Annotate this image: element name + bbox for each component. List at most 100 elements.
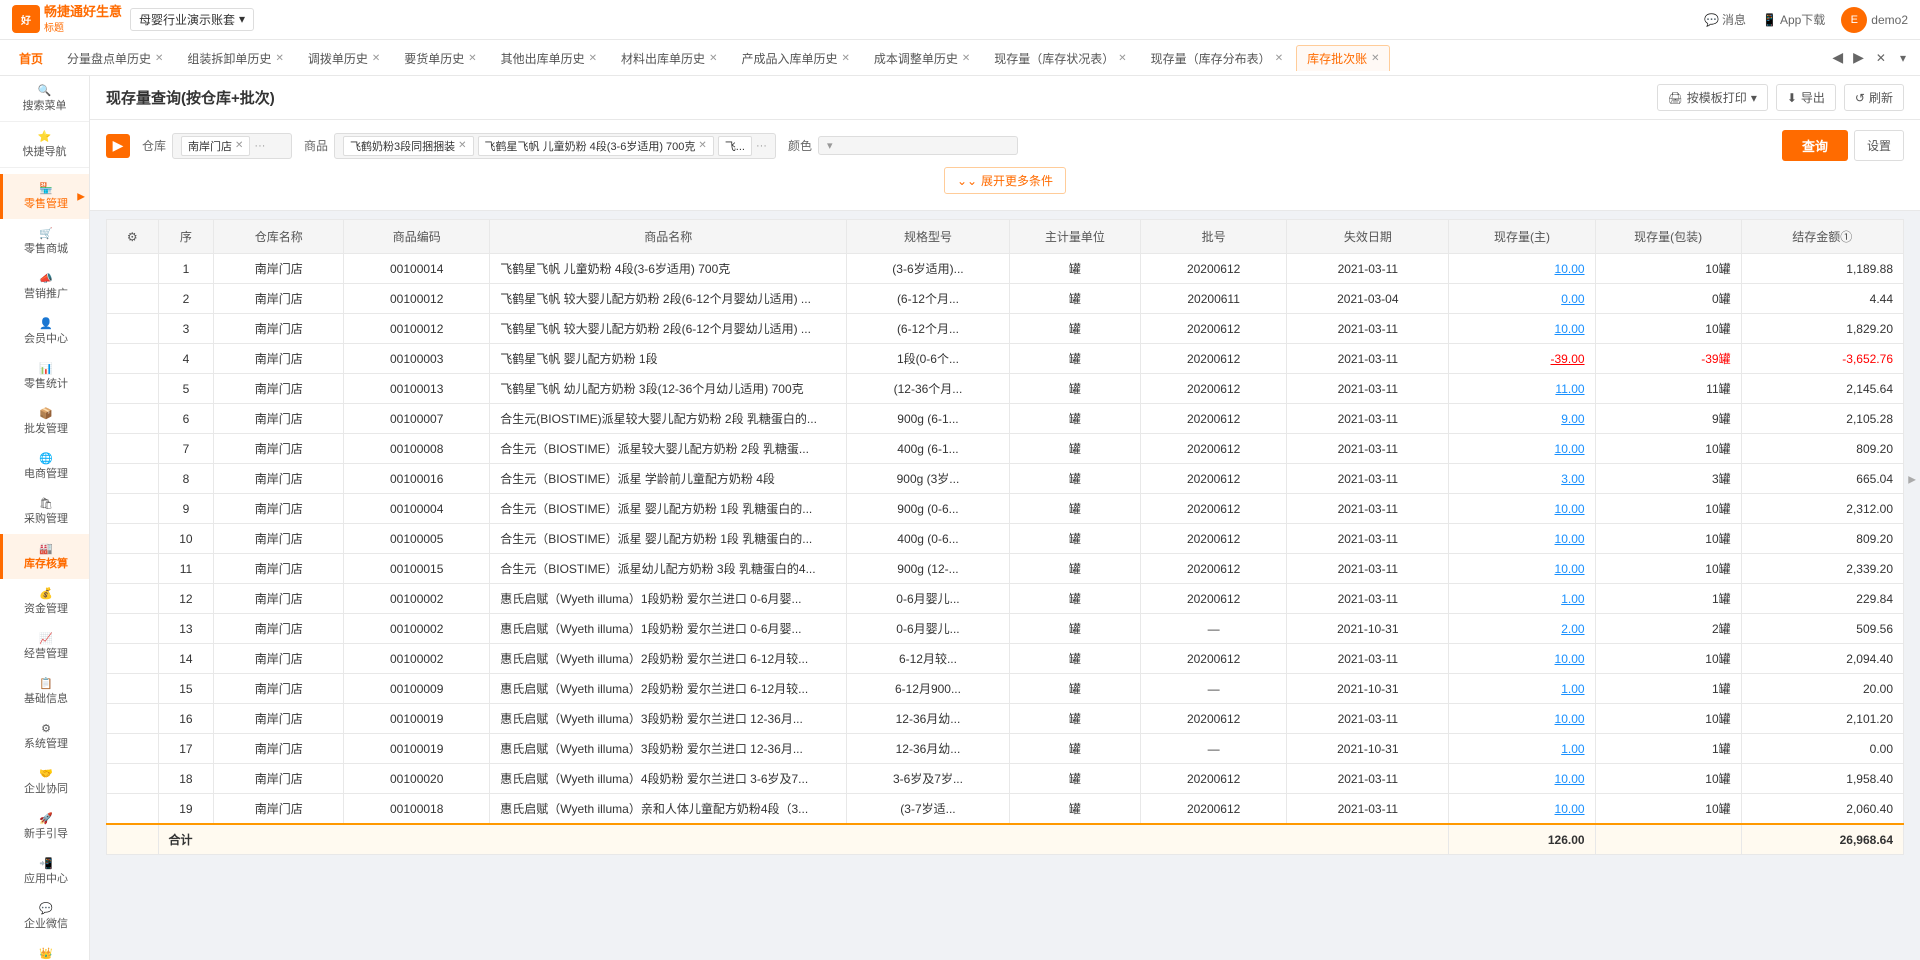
- color-tag-group[interactable]: ▾: [818, 136, 1018, 155]
- product-tag-group[interactable]: 飞鹤奶粉3段同捆捆装 ✕ 飞鹤星飞帆 儿童奶粉 4段(3-6岁适用) 700克 …: [334, 133, 776, 159]
- cell-settings: [107, 704, 159, 734]
- cell-unit: 罐: [1009, 494, 1140, 524]
- tab-cailiao[interactable]: 材料出库单历史 ✕: [610, 45, 728, 71]
- message-btn[interactable]: 💬 消息: [1704, 11, 1746, 28]
- cell-unit: 罐: [1009, 434, 1140, 464]
- th-settings[interactable]: ⚙: [107, 220, 159, 254]
- tab-next-btn[interactable]: ▶: [1849, 47, 1868, 68]
- remove-warehouse-tag[interactable]: ✕: [235, 140, 243, 151]
- cell-expire: 2021-03-11: [1287, 314, 1449, 344]
- cell-stock-main[interactable]: 10.00: [1449, 764, 1595, 794]
- sidebar-item-purchase[interactable]: 🛍 采购管理: [0, 489, 89, 534]
- tab-chanchenpin[interactable]: 产成品入库单历史 ✕: [730, 45, 860, 71]
- close-icon[interactable]: ✕: [709, 53, 717, 64]
- tab-chengben[interactable]: 成本调整单历史 ✕: [863, 45, 981, 71]
- sidebar-item-retail-mgmt[interactable]: 🏪 零售管理 ▶: [0, 174, 89, 219]
- app-download-btn[interactable]: 📱 App下载: [1762, 11, 1825, 28]
- sidebar-item-ecommerce[interactable]: 🌐 电商管理: [0, 444, 89, 489]
- tab-zuzhuang[interactable]: 组装拆卸单历史 ✕: [176, 45, 294, 71]
- tab-fenpan[interactable]: 分量盘点单历史 ✕: [56, 45, 174, 71]
- basic-icon: 📋: [9, 677, 83, 690]
- cell-stock-main[interactable]: 10.00: [1449, 254, 1595, 284]
- remove-product-tag-1[interactable]: ✕: [458, 140, 466, 151]
- tab-home[interactable]: 首页: [8, 45, 54, 71]
- cell-stock-main[interactable]: 10.00: [1449, 704, 1595, 734]
- tab-xiancunl2[interactable]: 现存量（库存分布表） ✕: [1140, 45, 1294, 71]
- sidebar-item-retail-shop[interactable]: 🛒 零售商城: [0, 219, 89, 264]
- sidebar-item-system[interactable]: ⚙ 系统管理: [0, 714, 89, 759]
- cell-stock-main[interactable]: 10.00: [1449, 494, 1595, 524]
- close-icon[interactable]: ✕: [155, 53, 163, 64]
- close-icon[interactable]: ✕: [372, 53, 380, 64]
- close-icon[interactable]: ✕: [1118, 53, 1126, 64]
- close-icon[interactable]: ✕: [468, 53, 476, 64]
- close-icon[interactable]: ✕: [1275, 53, 1283, 64]
- sidebar-item-member[interactable]: 👤 会员中心: [0, 309, 89, 354]
- sidebar-item-vip[interactable]: 👑 畅会员: [0, 939, 89, 960]
- expand-filter-btn[interactable]: ▶: [106, 134, 130, 158]
- sidebar-item-operation[interactable]: 📈 经营管理: [0, 624, 89, 669]
- tab-kucun-pici[interactable]: 库存批次账 ✕: [1296, 45, 1390, 71]
- summary-stock-main: 126.00: [1449, 824, 1595, 855]
- warehouse-select[interactable]: 母婴行业演示账套 ▾: [130, 8, 254, 31]
- user-area[interactable]: E demo2: [1841, 7, 1908, 33]
- cell-settings: [107, 764, 159, 794]
- tab-menu-btn[interactable]: ▾: [1894, 49, 1912, 67]
- cell-stock-main[interactable]: 10.00: [1449, 314, 1595, 344]
- table-row: 14 南岸门店 00100002 惠氏启赋（Wyeth illuma）2段奶粉 …: [107, 644, 1904, 674]
- cell-stock-main[interactable]: 10.00: [1449, 794, 1595, 825]
- cell-code: 00100003: [344, 344, 490, 374]
- print-button[interactable]: 🖨 按模板打印 ▾: [1657, 84, 1768, 111]
- tab-close-all-btn[interactable]: ✕: [1870, 49, 1892, 67]
- cell-stock-main[interactable]: -39.00: [1449, 344, 1595, 374]
- cell-stock-main[interactable]: 1.00: [1449, 674, 1595, 704]
- remove-product-tag-2[interactable]: ✕: [698, 140, 706, 151]
- export-button[interactable]: ⬇ 导出: [1776, 84, 1836, 111]
- sidebar-search[interactable]: 🔍 搜索菜单: [0, 76, 89, 122]
- close-icon[interactable]: ✕: [962, 53, 970, 64]
- sidebar-item-guide[interactable]: 🚀 新手引导: [0, 804, 89, 849]
- tab-yaohuo[interactable]: 要货单历史 ✕: [393, 45, 487, 71]
- tab-qita[interactable]: 其他出库单历史 ✕: [490, 45, 608, 71]
- sidebar-item-basic[interactable]: 📋 基础信息: [0, 669, 89, 714]
- tab-diaob[interactable]: 调拨单历史 ✕: [297, 45, 391, 71]
- cell-stock-main[interactable]: 10.00: [1449, 524, 1595, 554]
- tab-xiancunl1[interactable]: 现存量（库存状况表） ✕: [983, 45, 1137, 71]
- tab-prev-btn[interactable]: ◀: [1828, 47, 1847, 68]
- cell-stock-main[interactable]: 3.00: [1449, 464, 1595, 494]
- cell-stock-main[interactable]: 11.00: [1449, 374, 1595, 404]
- sidebar-item-retail-stat[interactable]: 📊 零售统计: [0, 354, 89, 399]
- close-icon[interactable]: ✕: [275, 53, 283, 64]
- sidebar-item-marketing[interactable]: 📣 营销推广: [0, 264, 89, 309]
- cell-balance: 2,339.20: [1741, 554, 1903, 584]
- expand-more-button[interactable]: ⌄⌄ 展开更多条件: [944, 167, 1066, 194]
- close-icon[interactable]: ✕: [589, 53, 597, 64]
- cell-stock-main[interactable]: 0.00: [1449, 284, 1595, 314]
- th-code: 商品编码: [344, 220, 490, 254]
- close-icon[interactable]: ✕: [841, 53, 849, 64]
- cell-stock-main[interactable]: 2.00: [1449, 614, 1595, 644]
- table-row: 5 南岸门店 00100013 飞鹤星飞帆 幼儿配方奶粉 3段(12-36个月幼…: [107, 374, 1904, 404]
- close-icon[interactable]: ✕: [1371, 53, 1379, 64]
- cell-name: 飞鹤星飞帆 较大婴儿配方奶粉 2段(6-12个月婴幼儿适用) ...: [490, 284, 847, 314]
- logo-text: 畅捷通好生意: [44, 5, 122, 19]
- sidebar-item-wholesale[interactable]: 📦 批发管理 ▶: [0, 399, 89, 444]
- sidebar-item-apps[interactable]: 📲 应用中心: [0, 849, 89, 894]
- cell-stock-main[interactable]: 10.00: [1449, 554, 1595, 584]
- warehouse-tag-group[interactable]: 南岸门店 ✕ ···: [172, 133, 292, 159]
- search-button[interactable]: 查询: [1782, 130, 1848, 161]
- sidebar-item-collab[interactable]: 🤝 企业协同: [0, 759, 89, 804]
- cell-stock-main[interactable]: 10.00: [1449, 434, 1595, 464]
- cell-unit: 罐: [1009, 674, 1140, 704]
- settings-button[interactable]: 设置: [1854, 130, 1904, 161]
- cell-stock-main[interactable]: 1.00: [1449, 584, 1595, 614]
- cell-expire: 2021-03-11: [1287, 524, 1449, 554]
- refresh-button[interactable]: ↺ 刷新: [1844, 84, 1904, 111]
- sidebar-quick[interactable]: ⭐ 快捷导航: [0, 122, 89, 168]
- cell-stock-main[interactable]: 1.00: [1449, 734, 1595, 764]
- sidebar-item-wechat[interactable]: 💬 企业微信: [0, 894, 89, 939]
- sidebar-item-finance[interactable]: 💰 资金管理: [0, 579, 89, 624]
- cell-stock-main[interactable]: 10.00: [1449, 644, 1595, 674]
- cell-stock-main[interactable]: 9.00: [1449, 404, 1595, 434]
- sidebar-item-inventory[interactable]: 🏭 库存核算: [0, 534, 89, 579]
